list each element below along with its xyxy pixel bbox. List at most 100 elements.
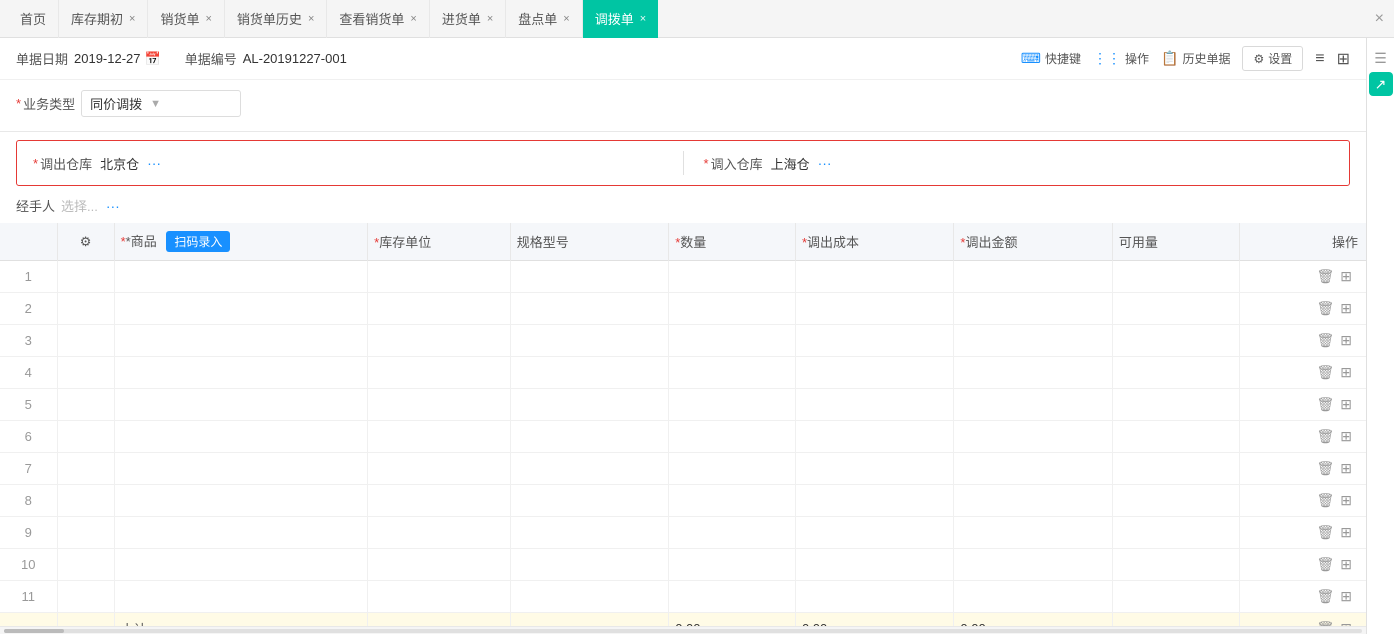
warehouse-in-label: 调入仓库	[711, 154, 763, 173]
layout-icon-2[interactable]: ⊞	[1337, 49, 1350, 69]
history-icon: 📋	[1161, 50, 1178, 67]
subtotal-amount: 0.00	[954, 613, 1112, 627]
divider	[683, 151, 684, 175]
copy-icon[interactable]: ⊞	[1340, 588, 1352, 605]
row-num: 3	[0, 325, 57, 357]
copy-icon[interactable]: ⊞	[1340, 460, 1352, 477]
col-gear[interactable]: ⚙	[57, 223, 114, 261]
layout-icon-1[interactable]: ≡	[1315, 50, 1324, 68]
warehouse-in-more-icon[interactable]: ···	[818, 155, 832, 171]
table-row: 1 🗑 ⊞	[0, 261, 1366, 293]
calendar-icon[interactable]: 📅	[145, 51, 161, 67]
row-num: 1	[0, 261, 57, 293]
setting-button[interactable]: ⚙ 设置	[1242, 46, 1303, 71]
table-row: 4 🗑 ⊞	[0, 357, 1366, 389]
window-close-button[interactable]: ×	[1375, 10, 1384, 28]
col-cost: *调出成本	[795, 223, 953, 261]
main-content: 单据日期 2019-12-27 📅 单据编号 AL-20191227-001 ⌨…	[0, 38, 1366, 634]
copy-icon[interactable]: ⊞	[1340, 332, 1352, 349]
close-icon[interactable]: ×	[410, 13, 416, 25]
delete-icon[interactable]: 🗑	[1316, 268, 1334, 285]
handler-more-icon[interactable]: ···	[106, 198, 120, 214]
delete-icon[interactable]: 🗑	[1316, 396, 1334, 413]
copy-icon[interactable]: ⊞	[1340, 364, 1352, 381]
delete-icon[interactable]: 🗑	[1316, 588, 1334, 605]
transfer-table: ⚙ **商品 扫码录入 *库存单位 规格型号 *数量 *调出成本	[0, 223, 1366, 626]
handler-label: 经手人	[16, 196, 55, 215]
tab-home[interactable]: 首页	[8, 0, 59, 38]
col-action: 操作	[1239, 223, 1366, 261]
doc-date-group: 单据日期 2019-12-27 📅	[16, 49, 161, 68]
col-unit: *库存单位	[368, 223, 511, 261]
doc-no-group: 单据编号 AL-20191227-001	[185, 49, 347, 68]
delete-icon[interactable]: 🗑	[1316, 556, 1334, 573]
close-icon[interactable]: ×	[308, 13, 314, 25]
subtotal-qty: 0.00	[669, 613, 796, 627]
scroll-thumb[interactable]	[4, 629, 64, 633]
business-type-select[interactable]: 同价调拨 ▼	[81, 90, 241, 117]
warehouse-out-more-icon[interactable]: ···	[147, 155, 161, 171]
close-icon[interactable]: ×	[129, 13, 135, 25]
tab-inventory-check[interactable]: 盘点单 ×	[506, 0, 582, 38]
close-icon[interactable]: ×	[563, 13, 569, 25]
copy-icon[interactable]: ⊞	[1340, 556, 1352, 573]
close-icon[interactable]: ×	[640, 13, 646, 25]
handler-input[interactable]: 选择...	[61, 196, 98, 215]
row-num: 6	[0, 421, 57, 453]
col-goods: **商品 扫码录入	[114, 223, 368, 261]
delete-icon[interactable]: 🗑	[1316, 460, 1334, 477]
delete-icon[interactable]: 🗑	[1316, 524, 1334, 541]
tab-sales-order[interactable]: 销货单 ×	[148, 0, 224, 38]
scroll-bar-area	[0, 626, 1366, 634]
required-star: *	[704, 156, 709, 171]
tab-purchase[interactable]: 进货单 ×	[430, 0, 506, 38]
table-row: 9 🗑 ⊞	[0, 517, 1366, 549]
copy-icon[interactable]: ⊞	[1340, 428, 1352, 445]
right-sidebar: ☰ ↗	[1366, 38, 1394, 634]
row-num: 11	[0, 581, 57, 613]
tab-transfer[interactable]: 调拨单 ×	[583, 0, 658, 38]
header-row: 单据日期 2019-12-27 📅 单据编号 AL-20191227-001 ⌨…	[0, 38, 1366, 80]
gear-icon: ⚙	[80, 234, 92, 249]
scan-entry-button[interactable]: 扫码录入	[166, 231, 230, 252]
required-star: *	[16, 96, 21, 111]
tab-inventory-init[interactable]: 库存期初 ×	[59, 0, 148, 38]
business-type-value: 同价调拨	[90, 94, 142, 113]
col-available: 可用量	[1112, 223, 1239, 261]
tab-view-sales[interactable]: 查看销货单 ×	[327, 0, 429, 38]
doc-date-label: 单据日期	[16, 49, 68, 68]
copy-icon[interactable]: ⊞	[1340, 524, 1352, 541]
required-star: *	[33, 156, 38, 171]
warehouse-selection-box: * 调出仓库 北京仓 ··· * 调入仓库 上海仓 ···	[16, 140, 1350, 186]
table-row: 11 🗑 ⊞	[0, 581, 1366, 613]
delete-icon[interactable]: 🗑	[1316, 300, 1334, 317]
subtotal-row: 小计 0.00 0.00 0.00 🗑 ⊞	[0, 613, 1366, 627]
list-icon[interactable]: ☰	[1369, 46, 1393, 70]
table-header-row: ⚙ **商品 扫码录入 *库存单位 规格型号 *数量 *调出成本	[0, 223, 1366, 261]
copy-icon[interactable]: ⊞	[1340, 300, 1352, 317]
operate-icon: ⋮⋮	[1093, 50, 1121, 67]
scroll-track[interactable]	[4, 629, 1362, 633]
shortcut-button[interactable]: ⌨ 快捷键	[1021, 50, 1081, 67]
shortcut-icon: ⌨	[1021, 50, 1041, 67]
warehouse-in-value: 上海仓	[771, 154, 810, 173]
delete-icon[interactable]: 🗑	[1316, 364, 1334, 381]
close-icon[interactable]: ×	[205, 13, 211, 25]
row-num: 10	[0, 549, 57, 581]
delete-icon[interactable]: 🗑	[1316, 332, 1334, 349]
copy-icon[interactable]: ⊞	[1340, 396, 1352, 413]
operate-button[interactable]: ⋮⋮ 操作	[1093, 50, 1149, 67]
history-button[interactable]: 📋 历史单据	[1161, 50, 1230, 67]
tab-sales-history[interactable]: 销货单历史 ×	[225, 0, 327, 38]
col-amount: *调出金额	[954, 223, 1112, 261]
copy-icon[interactable]: ⊞	[1340, 268, 1352, 285]
export-icon[interactable]: ↗	[1369, 72, 1393, 96]
delete-icon[interactable]: 🗑	[1316, 428, 1334, 445]
business-type-row: * 业务类型 同价调拨 ▼	[16, 90, 1350, 117]
business-type-label: 业务类型	[23, 94, 75, 113]
close-icon[interactable]: ×	[487, 13, 493, 25]
form-area: * 业务类型 同价调拨 ▼	[0, 80, 1366, 132]
subtotal-cost: 0.00	[795, 613, 953, 627]
delete-icon[interactable]: 🗑	[1316, 492, 1334, 509]
copy-icon[interactable]: ⊞	[1340, 492, 1352, 509]
